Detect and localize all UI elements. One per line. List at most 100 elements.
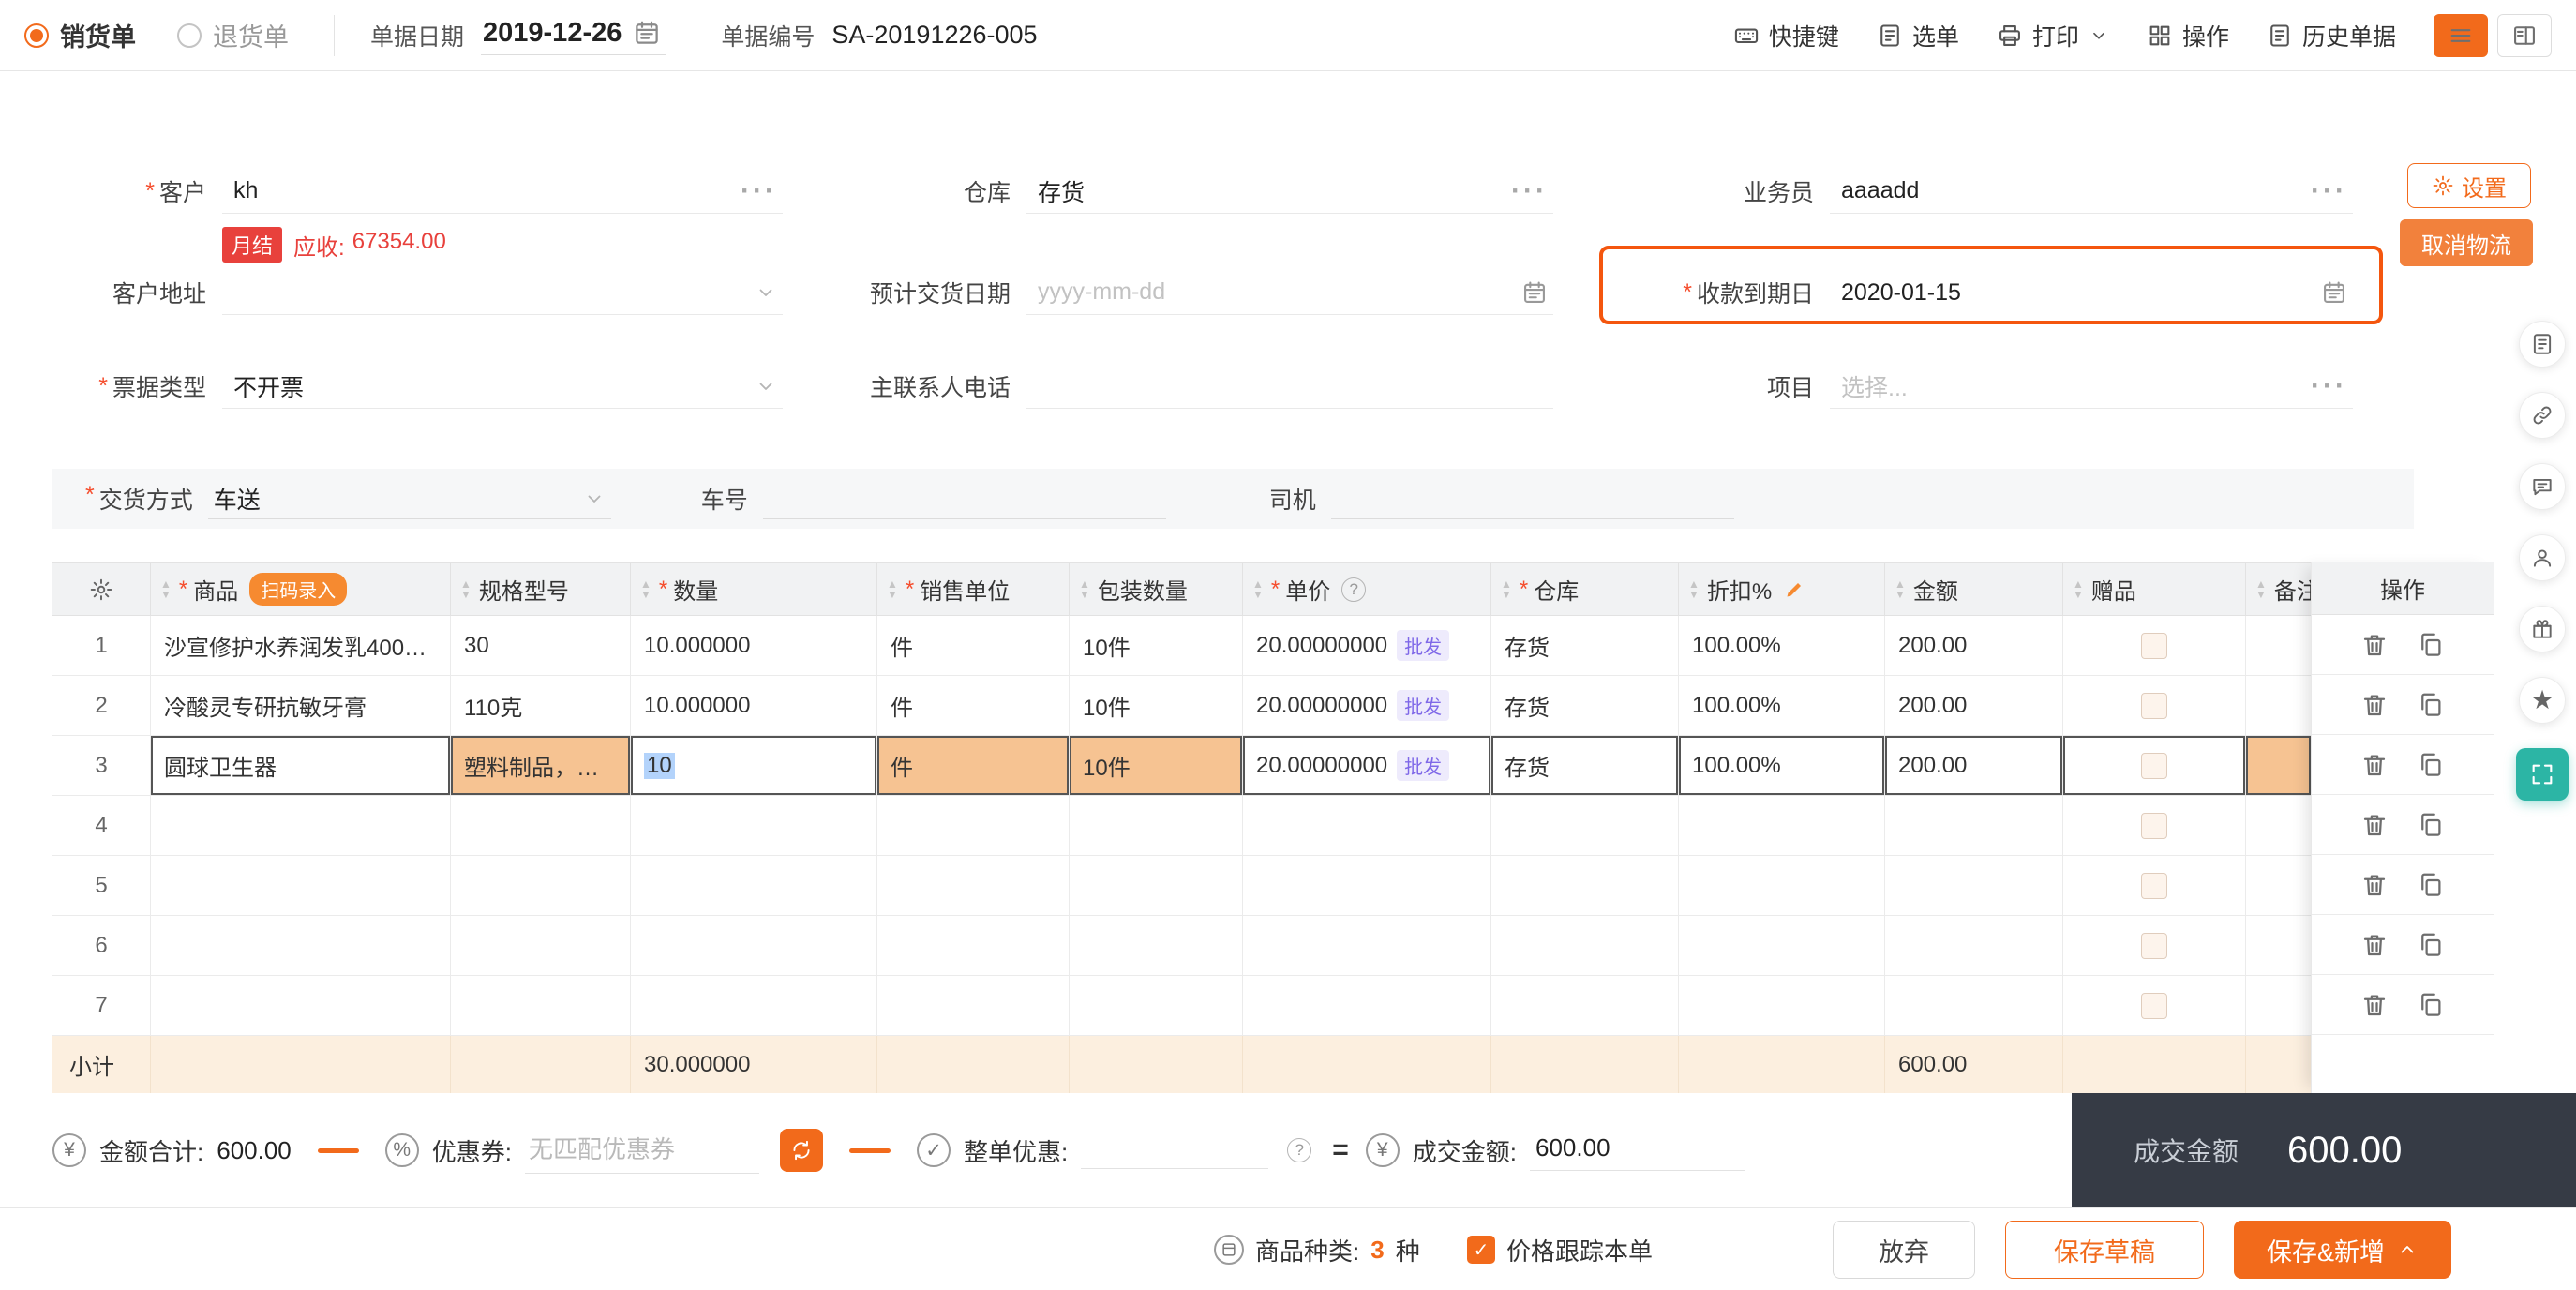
cell-warehouse[interactable] [1491,916,1679,976]
cell-pkg[interactable] [1070,916,1243,976]
copy-row-icon[interactable] [2417,991,2445,1019]
more-icon[interactable]: ··· [2311,371,2347,399]
cell-unit[interactable] [877,796,1070,856]
cell-warehouse[interactable] [1491,796,1679,856]
expected-delivery-field[interactable]: yyyy-mm-dd [1026,270,1553,315]
coupon-value[interactable]: 无匹配优惠券 [525,1127,759,1174]
cell-amount[interactable] [1885,856,2063,916]
cell-pkg[interactable]: 10件 [1070,616,1243,676]
delete-row-icon[interactable] [2360,871,2389,899]
list-view-toggle[interactable] [2434,13,2488,57]
project-field[interactable]: 选择... ··· [1830,364,2353,409]
cell-amount[interactable] [1885,916,2063,976]
column-header[interactable]: ▲ ▼ * 仓库 [1491,563,1679,616]
column-header[interactable]: ▲ ▼ 规格型号 [451,563,631,616]
cell-price[interactable]: 20.00000000 批发 [1243,616,1491,676]
cell-gift[interactable] [2063,616,2246,676]
cell-spec[interactable]: 30 [451,616,631,676]
cell-unit[interactable]: 件 [877,676,1070,736]
copy-row-icon[interactable] [2417,871,2445,899]
driver-field[interactable] [1330,478,1734,519]
gift-icon[interactable] [2519,606,2566,652]
edit-icon[interactable] [1783,578,1805,601]
cell-pkg[interactable] [1070,796,1243,856]
copy-row-icon[interactable] [2417,631,2445,659]
grid-view-toggle[interactable] [2497,13,2552,57]
cell-product[interactable]: 圆球卫生器 [151,736,451,796]
sort-icon[interactable]: ▲ ▼ [1079,578,1090,600]
cell-gift[interactable] [2063,676,2246,736]
cell-note[interactable] [2246,856,2312,916]
copy-row-icon[interactable] [2417,811,2445,839]
delete-row-icon[interactable] [2360,631,2389,659]
cell-unit[interactable] [877,856,1070,916]
user-icon[interactable] [2519,534,2566,581]
cell-note[interactable] [2246,976,2312,1036]
refresh-coupon-button[interactable] [780,1129,823,1172]
cell-gift[interactable] [2063,976,2246,1036]
cell-amount[interactable] [1885,976,2063,1036]
calendar-icon[interactable] [633,19,661,47]
salesman-field[interactable]: aaaadd ··· [1830,169,2353,214]
cell-discount[interactable]: 100.00% [1679,736,1885,796]
calendar-icon[interactable] [1521,279,1548,306]
sort-icon[interactable]: ▲ ▼ [1688,578,1700,600]
cancel-logistics-button[interactable]: 取消物流 [2400,219,2533,266]
cell-note[interactable] [2246,616,2312,676]
cell-warehouse[interactable]: 存货 [1491,616,1679,676]
cell-unit[interactable]: 件 [877,616,1070,676]
delete-row-icon[interactable] [2360,931,2389,959]
cell-product[interactable]: 沙宣修护水养润发乳400… [151,616,451,676]
cell-amount[interactable]: 200.00 [1885,736,2063,796]
cell-warehouse[interactable] [1491,856,1679,916]
cell-pkg[interactable]: 10件 [1070,676,1243,736]
cell-amount[interactable]: 200.00 [1885,676,2063,736]
gift-checkbox[interactable] [2141,632,2167,659]
cell-gift[interactable] [2063,796,2246,856]
cell-gift[interactable] [2063,916,2246,976]
expand-icon[interactable] [2516,748,2569,801]
cell-discount[interactable] [1679,856,1885,916]
cell-note[interactable] [2246,676,2312,736]
gift-checkbox[interactable] [2141,932,2167,959]
cell-note[interactable] [2246,736,2312,796]
cell-discount[interactable] [1679,796,1885,856]
column-header[interactable]: ▲ ▼ 金额 [1885,563,2063,616]
copy-row-icon[interactable] [2417,751,2445,779]
column-header[interactable]: ▲ ▼ * 销售单位 [877,563,1070,616]
cell-qty[interactable] [631,916,877,976]
copy-row-icon[interactable] [2417,931,2445,959]
column-header[interactable]: ▲ ▼ * 单价? [1243,563,1491,616]
sort-icon[interactable]: ▲ ▼ [1501,578,1512,600]
cell-note[interactable] [2246,916,2312,976]
gift-checkbox[interactable] [2141,692,2167,719]
chat-icon[interactable] [2519,463,2566,510]
cell-price[interactable]: 20.00000000 批发 [1243,676,1491,736]
tab-sales-order[interactable]: 销货单 [24,17,136,53]
save-draft-button[interactable]: 保存草稿 [2005,1221,2204,1279]
gift-checkbox[interactable] [2141,872,2167,899]
cell-price[interactable] [1243,916,1491,976]
delete-row-icon[interactable] [2360,991,2389,1019]
cell-qty[interactable]: 10.000000 [631,616,877,676]
cell-gift[interactable] [2063,736,2246,796]
cell-product[interactable] [151,856,451,916]
history-button[interactable]: 历史单据 [2267,19,2396,52]
gift-checkbox[interactable] [2141,992,2167,1019]
column-header[interactable]: ▲ ▼ 包装数量 [1070,563,1243,616]
cell-warehouse[interactable]: 存货 [1491,736,1679,796]
delete-row-icon[interactable] [2360,751,2389,779]
doc-date-picker[interactable]: 2019-12-26 [481,16,667,55]
cell-discount[interactable] [1679,976,1885,1036]
cell-note[interactable] [2246,796,2312,856]
customer-address-field[interactable] [222,270,783,315]
copy-row-icon[interactable] [2417,691,2445,719]
cell-spec[interactable] [451,976,631,1036]
cell-warehouse[interactable]: 存货 [1491,676,1679,736]
star-icon[interactable]: ★ [2519,677,2566,724]
abandon-button[interactable]: 放弃 [1833,1221,1975,1279]
gift-checkbox[interactable] [2141,752,2167,779]
order-discount-input[interactable] [1081,1132,1269,1169]
cell-qty[interactable] [631,796,877,856]
cell-spec[interactable]: 塑料制品，… [451,736,631,796]
